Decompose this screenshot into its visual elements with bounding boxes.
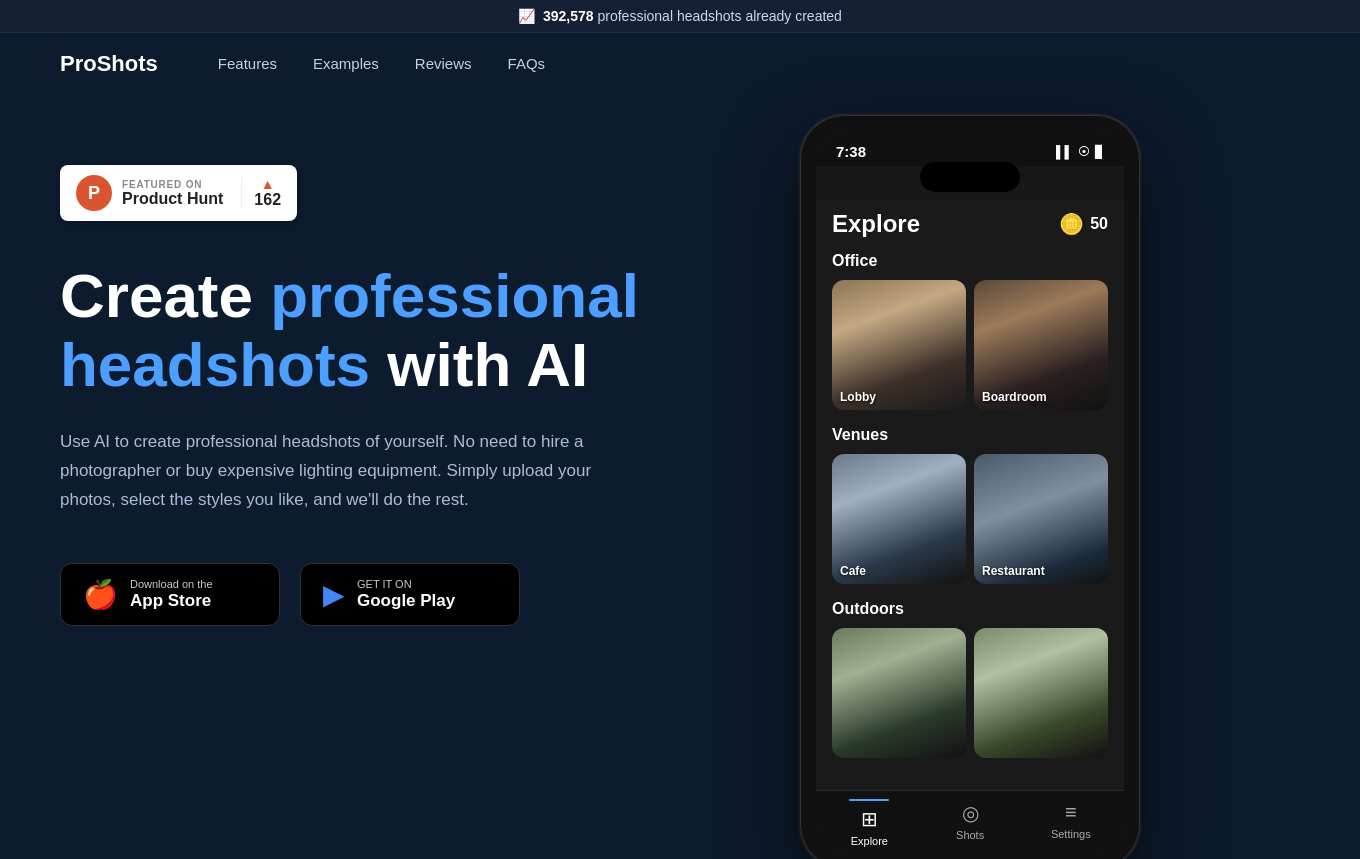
- explore-label: Explore: [851, 835, 888, 847]
- app-store-text: Download on the App Store: [130, 578, 213, 612]
- dynamic-island: [920, 162, 1020, 192]
- wifi-icon: ⦿: [1078, 145, 1090, 159]
- nav-settings[interactable]: ≡ Settings: [1051, 801, 1091, 847]
- section-office: Office: [832, 252, 1108, 270]
- lobby-item[interactable]: Lobby: [832, 280, 966, 410]
- venues-grid: Cafe Restaurant: [832, 454, 1108, 584]
- navbar: ProShots Features Examples Reviews FAQs: [0, 33, 1360, 95]
- hero-subtitle: Use AI to create professional headshots …: [60, 428, 640, 515]
- nav-faqs[interactable]: FAQs: [508, 55, 546, 72]
- headshot-count: 392,578: [543, 8, 594, 24]
- ph-vote-count: 162: [254, 191, 281, 209]
- restaurant-label: Restaurant: [982, 564, 1045, 578]
- phone-mockup: 7:38 ▌▌ ⦿ ▊ Explore 🪙: [800, 115, 1140, 859]
- shots-icon: ◎: [962, 801, 979, 825]
- app-store-button[interactable]: 🍎 Download on the App Store: [60, 563, 280, 627]
- status-time: 7:38: [836, 143, 866, 160]
- google-play-button[interactable]: ▶ GET IT ON Google Play: [300, 563, 520, 627]
- boardroom-item[interactable]: Boardroom: [974, 280, 1108, 410]
- coin-icon: 🪙: [1059, 212, 1084, 236]
- office-grid: Lobby Boardroom: [832, 280, 1108, 410]
- nav-links: Features Examples Reviews FAQs: [218, 55, 545, 73]
- section-venues: Venues: [832, 426, 1108, 444]
- main-container: P FEATURED ON Product Hunt ▲ 162 Create …: [0, 95, 1360, 859]
- app-bottom-nav: ⊞ Explore ◎ Shots ≡ Settings: [816, 790, 1124, 853]
- active-indicator: [849, 799, 889, 801]
- signal-icon: ▌▌: [1056, 145, 1073, 159]
- coin-badge: 🪙 50: [1059, 212, 1108, 236]
- settings-label: Settings: [1051, 828, 1091, 840]
- hero-left: P FEATURED ON Product Hunt ▲ 162 Create …: [60, 135, 740, 626]
- app-store-label-top: Download on the: [130, 578, 213, 591]
- outdoor2-item[interactable]: [974, 628, 1108, 758]
- nav-examples[interactable]: Examples: [313, 55, 379, 72]
- headline-create: Create: [60, 261, 270, 330]
- app-content: Explore 🪙 50 Office Lobby Boardroo: [816, 200, 1124, 790]
- top-banner: 📈 392,578 professional headshots already…: [0, 0, 1360, 33]
- ph-votes: ▲ 162: [241, 177, 281, 209]
- ph-featured-on: FEATURED ON: [122, 179, 223, 190]
- ph-name: Product Hunt: [122, 190, 223, 208]
- product-hunt-badge[interactable]: P FEATURED ON Product Hunt ▲ 162: [60, 165, 297, 221]
- section-outdoors: Outdoors: [832, 600, 1108, 618]
- hero-right: 7:38 ▌▌ ⦿ ▊ Explore 🪙: [800, 115, 1180, 859]
- coin-count: 50: [1090, 215, 1108, 233]
- app-header: Explore 🪙 50: [832, 200, 1108, 252]
- app-store-label-main: App Store: [130, 591, 213, 611]
- banner-text: professional headshots already created: [598, 8, 842, 24]
- ph-arrow-icon: ▲: [261, 177, 275, 191]
- google-play-text: GET IT ON Google Play: [357, 578, 455, 612]
- phone-screen: 7:38 ▌▌ ⦿ ▊ Explore 🪙: [816, 131, 1124, 853]
- apple-icon: 🍎: [83, 578, 118, 611]
- lobby-label: Lobby: [840, 390, 876, 404]
- status-bar: 7:38 ▌▌ ⦿ ▊: [816, 131, 1124, 166]
- battery-icon: ▊: [1095, 145, 1104, 159]
- google-play-label-main: Google Play: [357, 591, 455, 611]
- outdoor1-item[interactable]: [832, 628, 966, 758]
- status-icons: ▌▌ ⦿ ▊: [1056, 145, 1104, 159]
- app-title: Explore: [832, 210, 920, 238]
- outdoors-grid: [832, 628, 1108, 758]
- nav-features[interactable]: Features: [218, 55, 277, 72]
- headline-headshots: headshots: [60, 330, 370, 399]
- nav-reviews[interactable]: Reviews: [415, 55, 472, 72]
- cafe-item[interactable]: Cafe: [832, 454, 966, 584]
- restaurant-item[interactable]: Restaurant: [974, 454, 1108, 584]
- settings-icon: ≡: [1065, 801, 1077, 824]
- headline-professional: professional: [270, 261, 639, 330]
- store-buttons: 🍎 Download on the App Store ▶ GET IT ON …: [60, 563, 740, 627]
- cafe-label: Cafe: [840, 564, 866, 578]
- nav-explore[interactable]: ⊞ Explore: [849, 801, 889, 847]
- google-play-label-top: GET IT ON: [357, 578, 455, 591]
- hero-headline: Create professional headshots with AI: [60, 261, 740, 400]
- shots-label: Shots: [956, 829, 984, 841]
- explore-icon: ⊞: [861, 807, 878, 831]
- ph-text: FEATURED ON Product Hunt: [122, 179, 223, 208]
- nav-shots[interactable]: ◎ Shots: [956, 801, 984, 847]
- trend-icon: 📈: [518, 8, 535, 24]
- logo[interactable]: ProShots: [60, 51, 158, 77]
- headline-with-ai: with AI: [370, 330, 588, 399]
- ph-icon: P: [76, 175, 112, 211]
- google-play-icon: ▶: [323, 578, 345, 611]
- boardroom-label: Boardroom: [982, 390, 1047, 404]
